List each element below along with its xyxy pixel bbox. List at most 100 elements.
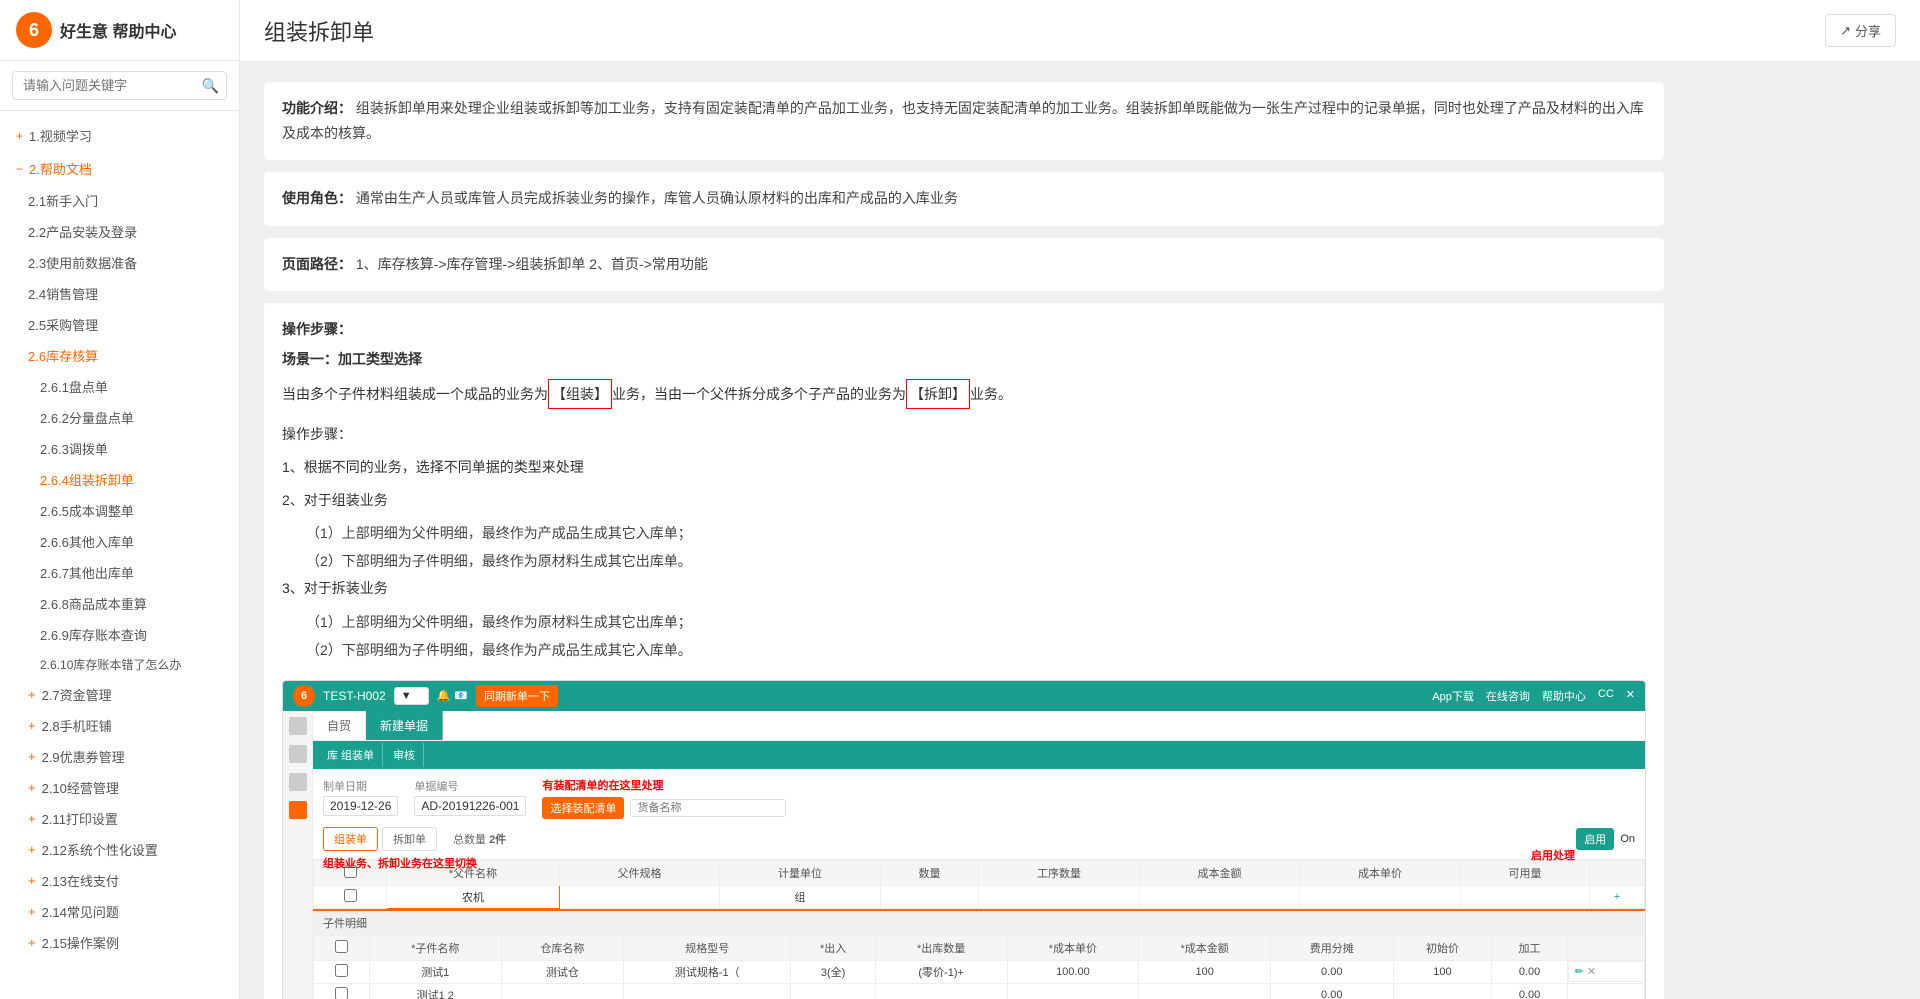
mock-toolbar-btn-audit[interactable]: 审核 <box>385 743 424 767</box>
feature-intro-block: 功能介绍： 组装拆卸单用来处理企业组装或拆卸等加工业务，支持有固定装配清单的产品… <box>264 82 1664 160</box>
mock-enable-value: On <box>1620 833 1635 845</box>
mock-goods-name-input[interactable] <box>630 799 786 817</box>
main-content: 组装拆卸单 ↗ 分享 功能介绍： 组装拆卸单用来处理企业组装或拆卸等加工业务，支… <box>240 0 1920 999</box>
ops-title: 操作步骤： <box>282 319 1646 339</box>
mock-lth-out-qty: *出库数量 <box>875 935 1007 960</box>
sidebar-item-coupon[interactable]: + 2.9优惠券管理 <box>0 741 239 772</box>
mock-row-check[interactable] <box>344 889 357 902</box>
step1: 1、根据不同的业务，选择不同单据的类型来处理 <box>282 454 1646 481</box>
sidebar-item-label: 2.2产品安装及登录 <box>28 222 137 241</box>
sidebar-item-cases[interactable]: + 2.15操作案例 <box>0 927 239 958</box>
search-icon: 🔍 <box>202 77 219 94</box>
mock-upper-table-header: *父件名称 父件规格 计量单位 数量 工序数量 成本金额 成本单价 可用量 <box>314 860 1645 885</box>
mock-date-field: 制单日期 2019-12-26 <box>323 777 398 816</box>
mock-lower-row-check2[interactable] <box>335 987 348 999</box>
sidebar-item-video[interactable]: + 1.视频学习 <box>0 119 239 152</box>
mock-body-layout: 自贸 新建单据 库 组装单 审核 <box>283 711 1645 999</box>
mock-lower-select-all[interactable] <box>335 940 348 953</box>
mock-window-bar: 6 TEST-H002 ▼ 🔔 📧 同期新单一下 <box>283 681 1645 711</box>
mock-num-label: 单据编号 <box>414 781 458 793</box>
table-row: 测试1 测试仓 测试规格-1（ 3(全) (零价-1)+ 100.00 100 … <box>314 960 1645 983</box>
mock-th-ops <box>1590 860 1645 885</box>
sidebar-item-label: 2.5采购管理 <box>28 315 98 334</box>
sidebar-item-partial-stocktake[interactable]: 2.6.2分量盘点单 <box>0 402 239 433</box>
mock-date-value[interactable]: 2019-12-26 <box>323 796 398 816</box>
step3-2: （2）下部明细为子件明细，最终作为产成品生成其它入库单。 <box>282 636 1646 664</box>
mock-lower-row-check[interactable] <box>335 964 348 977</box>
mock-select-bom-btn[interactable]: 选择装配清单 <box>542 797 624 819</box>
mock-top-icons: App下载 在线咨询 帮助中心 CC ✕ <box>1432 688 1635 704</box>
mock-close-btn[interactable]: ✕ <box>1626 688 1635 704</box>
mock-annotation-area: 有装配清单的在这里处理 选择装配清单 <box>542 777 1635 819</box>
mock-th-available: 可用量 <box>1460 860 1590 885</box>
mock-type-tab-disassembly[interactable]: 拆卸单 <box>382 827 437 851</box>
step3: 3、对于拆装业务 <box>282 575 1646 602</box>
sidebar-item-cost-recalc[interactable]: 2.6.8商品成本重算 <box>0 588 239 619</box>
mock-sub-section-header: 子件明细 <box>313 909 1645 935</box>
steps-subtitle: 操作步骤： <box>282 421 1646 448</box>
sidebar-item-newcomer[interactable]: 2.1新手入门 <box>0 185 239 216</box>
sidebar-item-outbound-other[interactable]: 2.6.7其他出库单 <box>0 557 239 588</box>
mock-rail-icon <box>289 745 307 763</box>
sidebar-item-help-doc[interactable]: − 2.帮助文档 <box>0 152 239 185</box>
sidebar-item-stocktake[interactable]: 2.6.1盘点单 <box>0 371 239 402</box>
scene1-desc: 当由多个子件材料组装成一个成品的业务为【组装】业务，当由一个父件拆分成多个子产品… <box>282 379 1646 410</box>
mock-lth-process: 加工 <box>1492 935 1567 960</box>
sidebar-item-label: 2.7资金管理 <box>42 685 112 704</box>
sidebar-item-install[interactable]: 2.2产品安装及登录 <box>0 216 239 247</box>
sidebar-item-label: 2.帮助文档 <box>29 159 92 178</box>
sidebar-item-label: 2.6.10库存账本错了怎么办 <box>40 656 181 673</box>
sidebar-item-operation[interactable]: + 2.10经营管理 <box>0 772 239 803</box>
mock-tab-new[interactable]: 新建单据 <box>366 711 443 740</box>
sidebar-item-faq[interactable]: + 2.14常见问题 <box>0 896 239 927</box>
mock-app-id: TEST-H002 <box>323 689 386 703</box>
mock-lth-sub-name: *子件名称 <box>369 935 501 960</box>
path-text: 1、库存核算->库存管理->组装拆卸单 2、首页->常用功能 <box>356 256 708 272</box>
sidebar-item-print[interactable]: + 2.11打印设置 <box>0 803 239 834</box>
expand-icon: + <box>28 718 36 733</box>
sidebar-item-transfer[interactable]: 2.6.3调拨单 <box>0 433 239 464</box>
disassembly-term: 【拆卸】 <box>906 379 970 410</box>
sidebar-item-label: 2.9优惠券管理 <box>42 747 125 766</box>
mock-tab-zim[interactable]: 自贸 <box>313 711 366 740</box>
sidebar-item-custom[interactable]: + 2.12系统个性化设置 <box>0 834 239 865</box>
sidebar-item-label: 1.视频学习 <box>29 126 92 145</box>
search-input[interactable] <box>12 71 227 100</box>
mock-lth-init-price: 初始价 <box>1393 935 1492 960</box>
mock-toolbar-btn-save[interactable]: 库 组装单 <box>319 743 383 767</box>
sidebar-item-online-pay[interactable]: + 2.13在线支付 <box>0 865 239 896</box>
mock-type-tab-assembly[interactable]: 组装单 <box>323 827 378 851</box>
sidebar-item-stock-error[interactable]: 2.6.10库存账本错了怎么办 <box>0 650 239 679</box>
feature-intro-text: 组装拆卸单用来处理企业组装或拆卸等加工业务，支持有固定装配清单的产品加工业务，也… <box>282 100 1644 141</box>
mock-enable-btn[interactable]: 启用 <box>1576 828 1614 850</box>
sidebar-item-data-prep[interactable]: 2.3使用前数据准备 <box>0 247 239 278</box>
sidebar-item-inventory[interactable]: 2.6库存核算 <box>0 340 239 371</box>
mock-tabs: 自贸 新建单据 <box>313 711 1645 741</box>
mock-new-btn[interactable]: 同期新单一下 <box>476 685 558 707</box>
sidebar-item-stock-check[interactable]: 2.6.9库存账本查询 <box>0 619 239 650</box>
sidebar-header: 6 好生意 帮助中心 <box>0 0 239 61</box>
mock-help-center: 帮助中心 <box>1542 688 1586 704</box>
mock-row-delete-icon[interactable]: ✕ <box>1587 965 1596 978</box>
mock-th-cost-price: 成本单价 <box>1300 860 1460 885</box>
sidebar-item-label: 2.10经营管理 <box>42 778 119 797</box>
mock-logo: 6 <box>293 685 315 707</box>
sidebar-item-inbound-other[interactable]: 2.6.6其他入库单 <box>0 526 239 557</box>
sidebar-item-purchase[interactable]: 2.5采购管理 <box>0 309 239 340</box>
sidebar-item-label: 2.6.8商品成本重算 <box>40 594 147 613</box>
mock-lth-expense: 费用分摊 <box>1271 935 1394 960</box>
expand-icon: + <box>16 129 23 143</box>
mock-store-selector[interactable]: ▼ <box>394 687 429 705</box>
sidebar-item-assembly[interactable]: 2.6.4组装拆卸单 <box>0 464 239 495</box>
sidebar-item-cost-adjust[interactable]: 2.6.5成本调整单 <box>0 495 239 526</box>
sidebar-item-sales[interactable]: 2.4销售管理 <box>0 278 239 309</box>
mock-lth-checkbox <box>314 935 370 960</box>
mock-lower-table: *子件名称 仓库名称 规格型号 *出入 *出库数量 *成本单价 *成本金额 费用… <box>313 935 1645 999</box>
mock-num-value[interactable]: AD-20191226-001 <box>414 796 526 816</box>
sidebar-item-cash[interactable]: + 2.7资金管理 <box>0 679 239 710</box>
share-button[interactable]: ↗ 分享 <box>1825 14 1896 47</box>
sidebar: 6 好生意 帮助中心 🔍 + 1.视频学习 − 2.帮助文档 2.1新手入门 2… <box>0 0 240 999</box>
sidebar-item-mobile[interactable]: + 2.8手机旺铺 <box>0 710 239 741</box>
mock-row-edit-icon[interactable]: ✏ <box>1575 965 1584 978</box>
mock-window-controls: 6 TEST-H002 ▼ 🔔 📧 同期新单一下 <box>293 685 558 707</box>
